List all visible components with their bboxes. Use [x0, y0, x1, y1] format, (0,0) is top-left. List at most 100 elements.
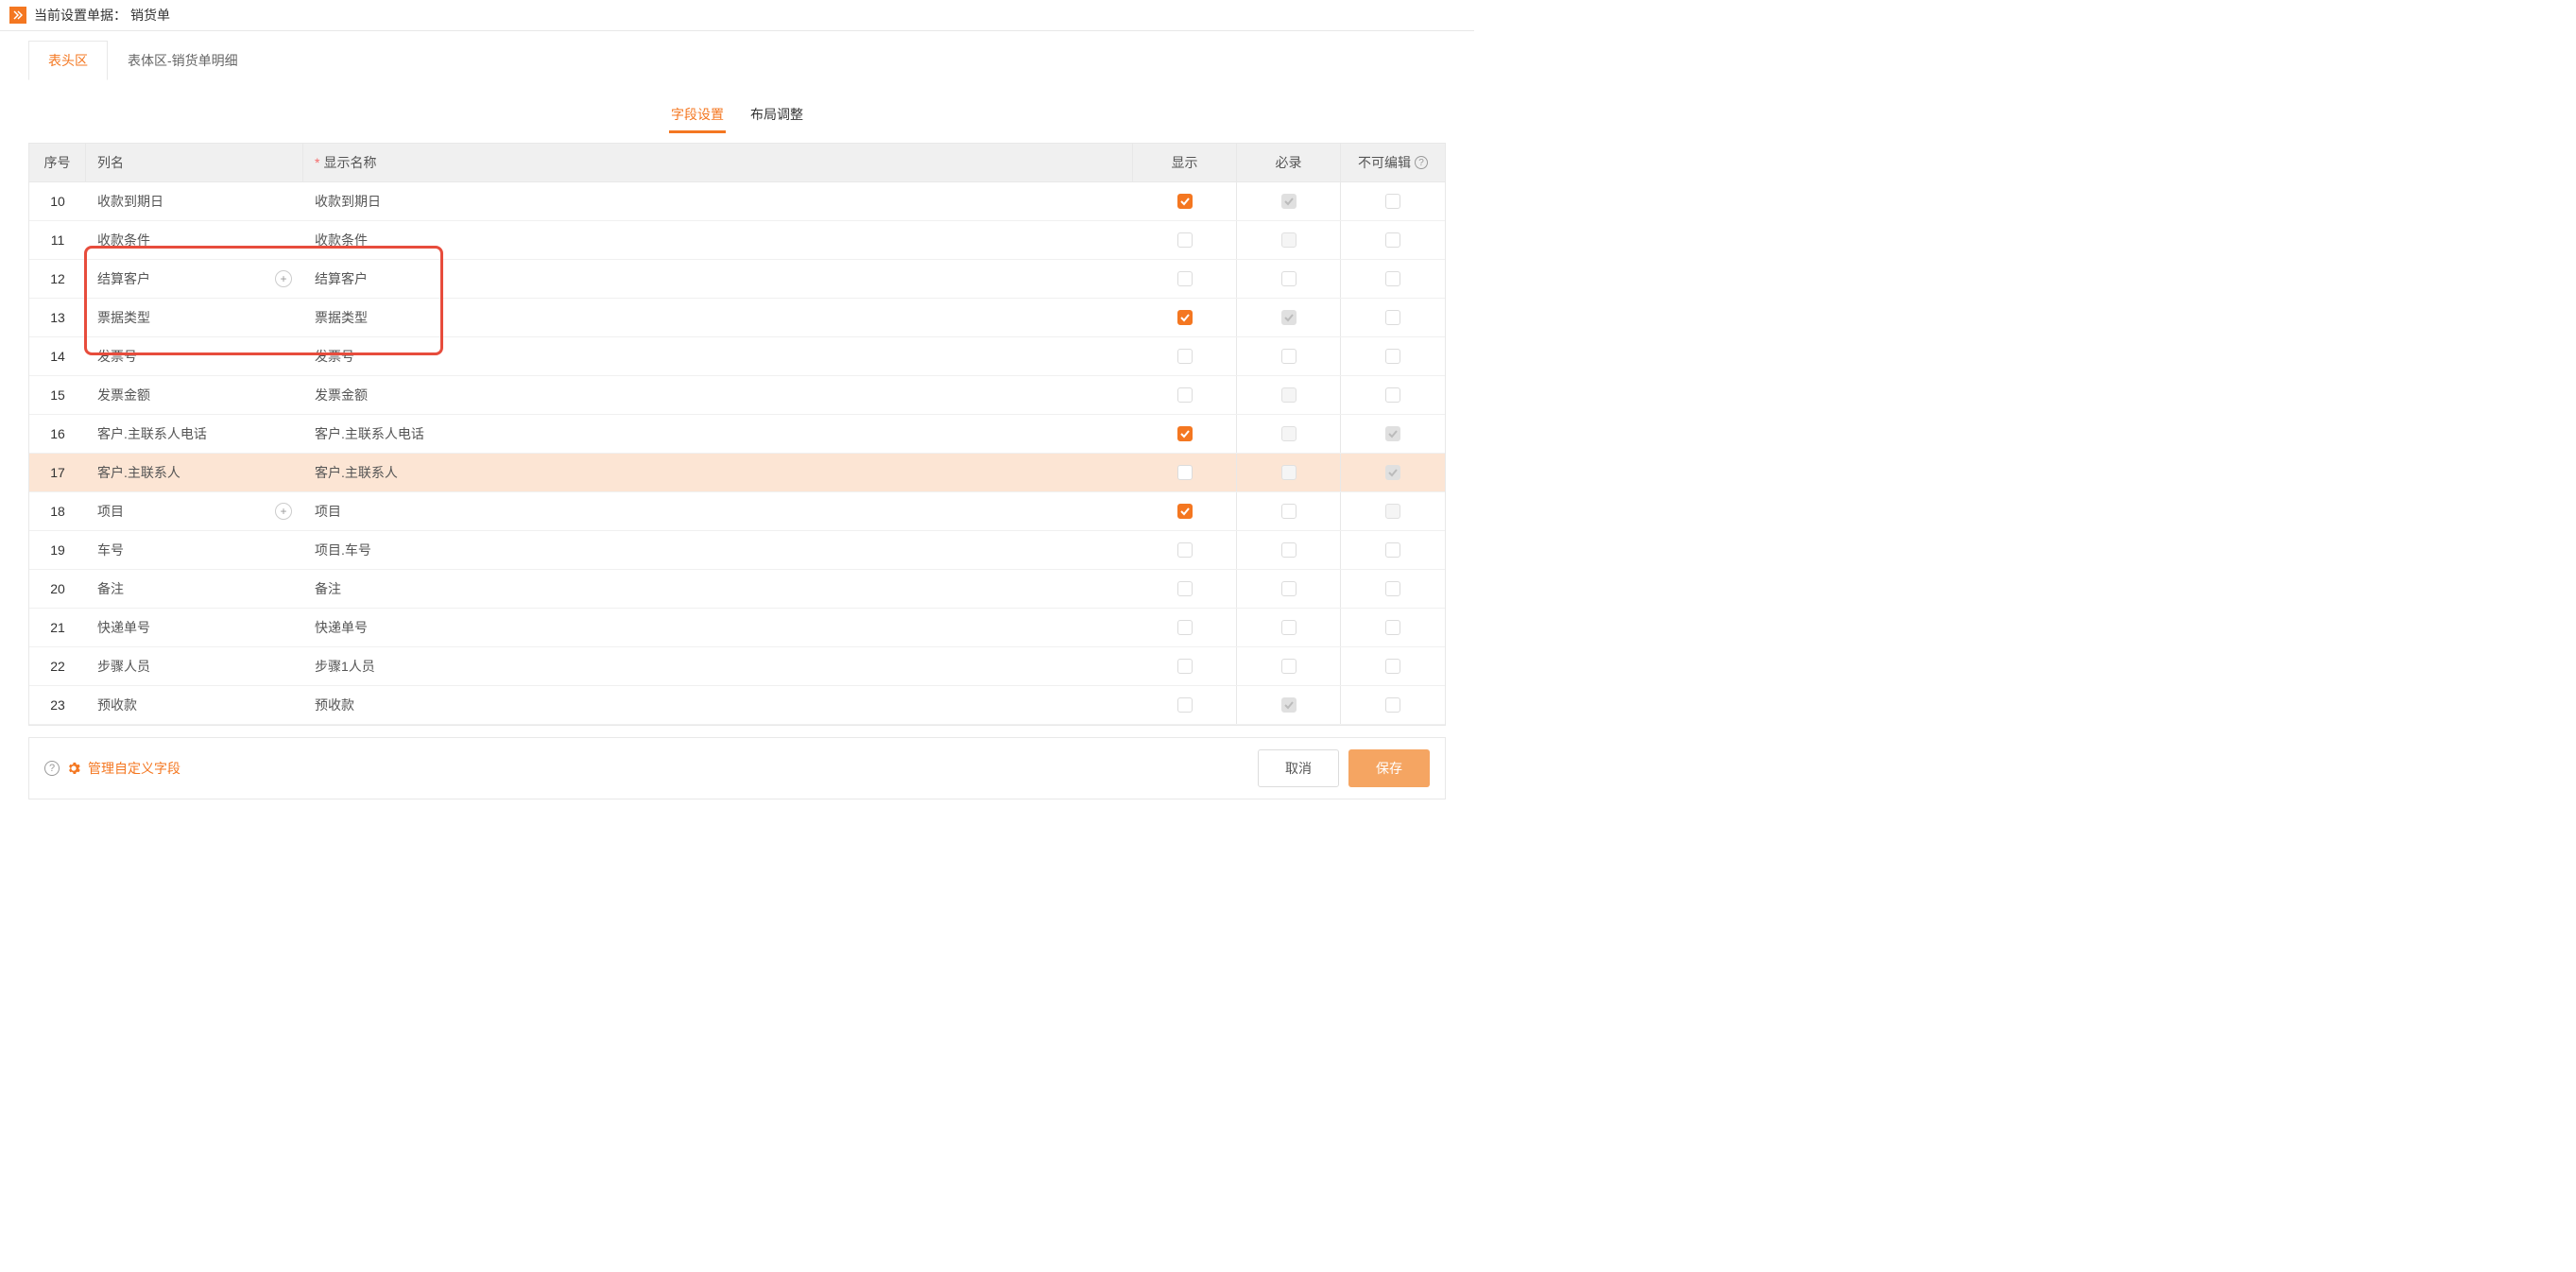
cell-col-name: 快递单号 [86, 609, 303, 646]
footer-right: 取消 保存 [1258, 749, 1430, 787]
checkbox-show[interactable] [1177, 349, 1193, 364]
checkbox-required[interactable] [1281, 542, 1297, 558]
cell-display-name[interactable]: 项目.车号 [303, 531, 1133, 569]
cell-display-name[interactable]: 客户.主联系人 [303, 454, 1133, 491]
cell-show [1133, 337, 1237, 375]
checkbox-show[interactable] [1177, 426, 1193, 441]
checkbox-show[interactable] [1177, 620, 1193, 635]
cell-seq: 15 [29, 376, 86, 414]
checkbox-required[interactable] [1281, 349, 1297, 364]
cell-noedit [1341, 415, 1445, 453]
cell-display-name[interactable]: 预收款 [303, 686, 1133, 724]
cell-seq: 10 [29, 182, 86, 220]
cell-display-name[interactable]: 收款条件 [303, 221, 1133, 259]
tab-0[interactable]: 表头区 [28, 41, 108, 80]
cell-display-name[interactable]: 客户.主联系人电话 [303, 415, 1133, 453]
checkbox-required[interactable] [1281, 620, 1297, 635]
cell-show [1133, 686, 1237, 724]
expand-button[interactable] [9, 7, 26, 24]
col-name-text: 预收款 [97, 696, 137, 714]
checkbox-show[interactable] [1177, 581, 1193, 596]
cell-display-name[interactable]: 发票号 [303, 337, 1133, 375]
checkbox-noedit[interactable] [1385, 659, 1400, 674]
checkbox-noedit[interactable] [1385, 620, 1400, 635]
cell-show [1133, 182, 1237, 220]
cell-seq: 11 [29, 221, 86, 259]
cell-noedit [1341, 531, 1445, 569]
table-row: 11收款条件收款条件 [29, 221, 1445, 260]
cell-show [1133, 647, 1237, 685]
cell-display-name[interactable]: 项目 [303, 492, 1133, 530]
cell-required [1237, 221, 1341, 259]
checkbox-noedit[interactable] [1385, 271, 1400, 286]
checkbox-noedit[interactable] [1385, 232, 1400, 248]
checkbox-show[interactable] [1177, 465, 1193, 480]
cell-noedit [1341, 182, 1445, 220]
table-row: 19车号项目.车号 [29, 531, 1445, 570]
cell-col-name: 车号 [86, 531, 303, 569]
cell-display-name[interactable]: 结算客户 [303, 260, 1133, 298]
checkbox-noedit[interactable] [1385, 194, 1400, 209]
checkbox-show[interactable] [1177, 542, 1193, 558]
footer-help-icon[interactable]: ? [44, 761, 60, 776]
checkbox-noedit [1385, 426, 1400, 441]
cell-display-name[interactable]: 收款到期日 [303, 182, 1133, 220]
checkbox-required [1281, 194, 1297, 209]
checkbox-show[interactable] [1177, 271, 1193, 286]
checkbox-noedit[interactable] [1385, 697, 1400, 713]
save-button[interactable]: 保存 [1348, 749, 1430, 787]
checkbox-show[interactable] [1177, 659, 1193, 674]
checkbox-required[interactable] [1281, 659, 1297, 674]
cell-required [1237, 415, 1341, 453]
cancel-button[interactable]: 取消 [1258, 749, 1339, 787]
checkbox-noedit[interactable] [1385, 349, 1400, 364]
checkbox-noedit[interactable] [1385, 310, 1400, 325]
cell-seq: 23 [29, 686, 86, 724]
plus-icon[interactable]: + [275, 270, 292, 287]
col-name-text: 车号 [97, 541, 124, 559]
checkbox-show[interactable] [1177, 194, 1193, 209]
tab-1[interactable]: 表体区-销货单明细 [108, 41, 258, 80]
checkbox-show[interactable] [1177, 232, 1193, 248]
cell-col-name: 客户.主联系人电话 [86, 415, 303, 453]
checkbox-show[interactable] [1177, 387, 1193, 403]
checkbox-noedit[interactable] [1385, 387, 1400, 403]
table-row: 20备注备注 [29, 570, 1445, 609]
checkbox-show[interactable] [1177, 310, 1193, 325]
cell-noedit [1341, 609, 1445, 646]
cell-seq: 20 [29, 570, 86, 608]
cell-display-name[interactable]: 步骤1人员 [303, 647, 1133, 685]
checkbox-required[interactable] [1281, 504, 1297, 519]
table-row: 22步骤人员步骤1人员 [29, 647, 1445, 686]
cell-noedit [1341, 221, 1445, 259]
cell-seq: 18 [29, 492, 86, 530]
cell-seq: 22 [29, 647, 86, 685]
cell-noedit [1341, 299, 1445, 336]
checkbox-show[interactable] [1177, 697, 1193, 713]
table-row: 21快递单号快递单号 [29, 609, 1445, 647]
cell-seq: 13 [29, 299, 86, 336]
cell-show [1133, 415, 1237, 453]
subtab-1[interactable]: 布局调整 [748, 99, 805, 129]
cell-col-name: 收款到期日 [86, 182, 303, 220]
checkbox-show[interactable] [1177, 504, 1193, 519]
manage-custom-fields-link[interactable]: 管理自定义字段 [88, 759, 180, 778]
cell-col-name: 预收款 [86, 686, 303, 724]
plus-icon[interactable]: + [275, 503, 292, 520]
subtab-0[interactable]: 字段设置 [669, 99, 726, 129]
top-title-value: 销货单 [130, 6, 170, 25]
cell-display-name[interactable]: 备注 [303, 570, 1133, 608]
help-icon[interactable]: ? [1415, 156, 1428, 169]
cell-display-name[interactable]: 票据类型 [303, 299, 1133, 336]
checkbox-required[interactable] [1281, 581, 1297, 596]
checkbox-required [1281, 426, 1297, 441]
header-required: 必录 [1237, 144, 1341, 181]
checkbox-noedit[interactable] [1385, 542, 1400, 558]
checkbox-required[interactable] [1281, 271, 1297, 286]
cell-display-name[interactable]: 发票金额 [303, 376, 1133, 414]
cell-show [1133, 299, 1237, 336]
table-row: 15发票金额发票金额 [29, 376, 1445, 415]
col-name-text: 客户.主联系人电话 [97, 424, 207, 443]
checkbox-noedit[interactable] [1385, 581, 1400, 596]
cell-display-name[interactable]: 快递单号 [303, 609, 1133, 646]
